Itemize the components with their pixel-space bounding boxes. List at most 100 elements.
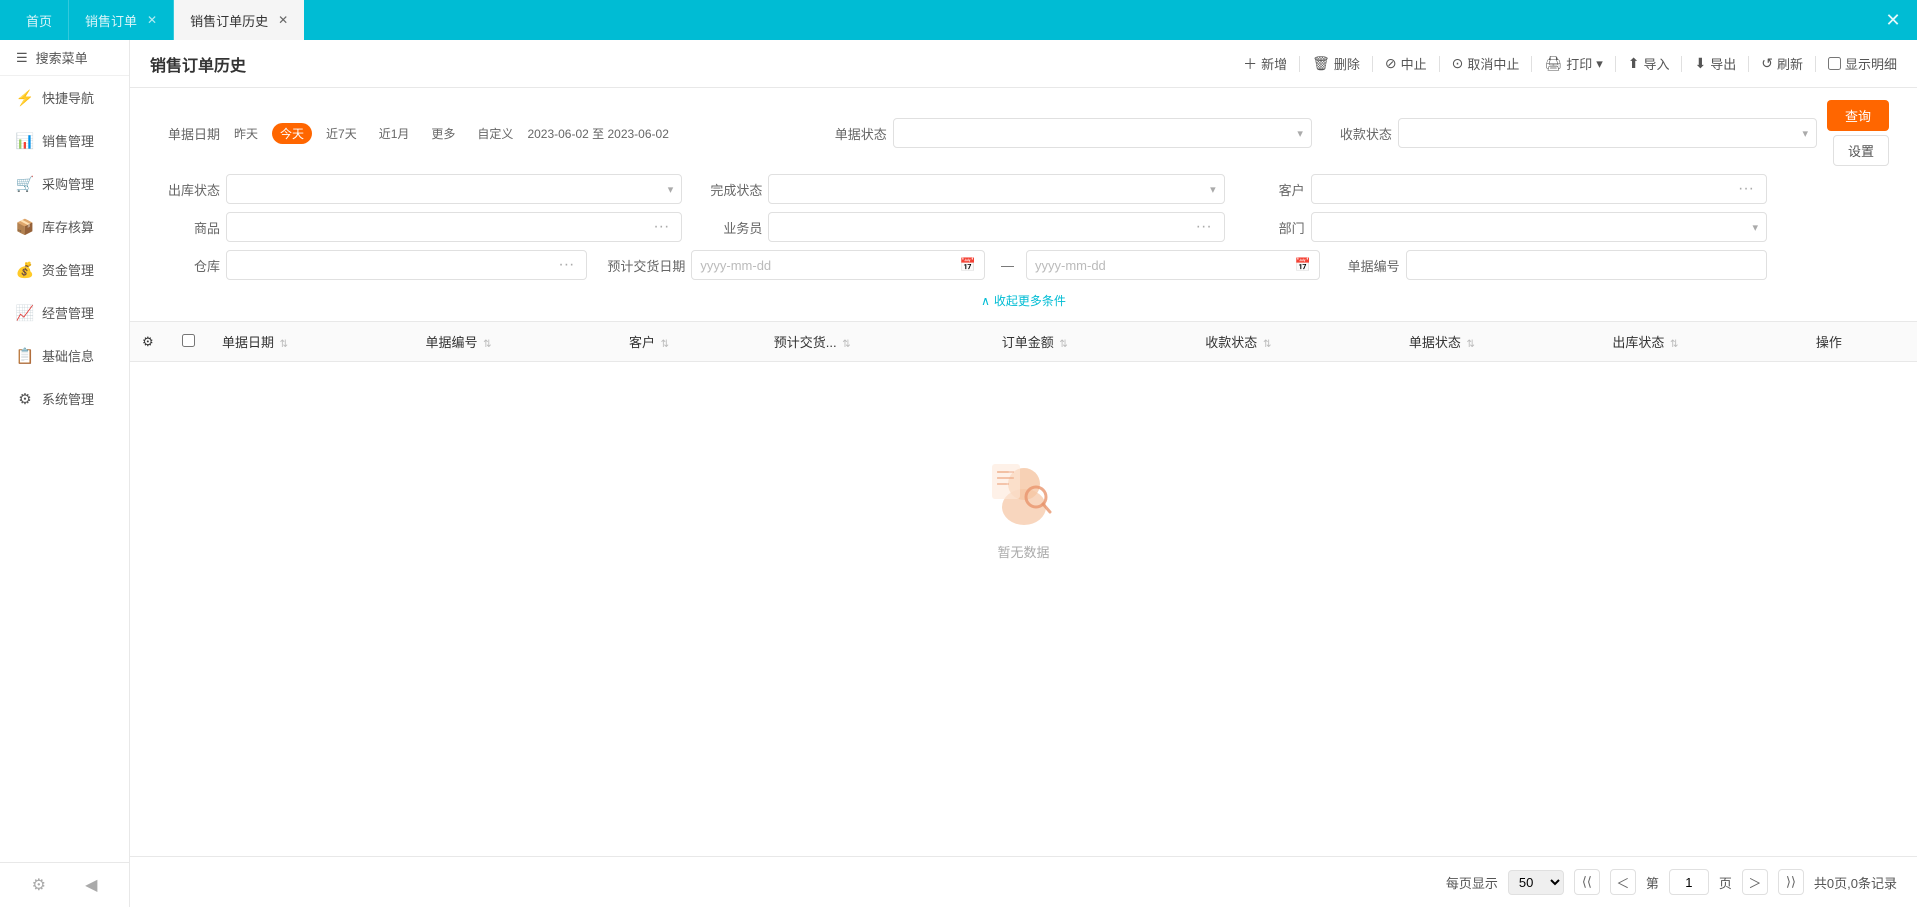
first-page-button[interactable]: ⟨⟨ [1574,869,1600,895]
collapse-button[interactable]: ∧ 收起更多条件 [981,288,1066,309]
next-page-button[interactable]: ＞ [1742,869,1768,895]
date-opt-today[interactable]: 今天 [272,123,312,144]
page-number-input[interactable] [1669,869,1709,895]
tab-sales-order-history[interactable]: 销售订单历史 ✕ [174,0,304,40]
delete-button[interactable]: 🗑 删除 [1312,54,1360,73]
expected-date-end-text: yyyy-mm-dd [1035,258,1106,273]
delete-icon: 🗑 [1312,55,1330,72]
payment-status-label: 收款状态 [1332,124,1392,143]
th-settings[interactable]: ⚙ [130,322,170,362]
th-date-label: 单据日期 [222,335,274,350]
sidebar-item-sales-mgmt[interactable]: 📊 销售管理 [0,119,129,162]
top-bar: 首页 销售订单 ✕ 销售订单历史 ✕ ✕ [0,0,1917,40]
salesperson-input[interactable]: ··· [768,212,1224,242]
tab-sales-order-close[interactable]: ✕ [147,13,157,27]
page-size-select[interactable]: 20 50 100 [1508,870,1564,895]
th-order-status[interactable]: 单据状态 ⇅ [1397,322,1601,362]
customer-input[interactable]: ··· [1311,174,1767,204]
complete-status-select[interactable]: ▾ [768,174,1224,204]
out-status-select[interactable]: ▾ [226,174,682,204]
th-operations: 操作 [1804,322,1917,362]
table-header-row: ⚙ 单据日期 ⇅ 单据编号 ⇅ [130,322,1917,362]
query-button[interactable]: 查询 [1827,100,1889,131]
export-button[interactable]: ⬇ 导出 [1694,54,1736,73]
page-header: 销售订单历史 ＋ 新增 🗑 删除 ⊘ 中止 ⊙ [130,40,1917,88]
tab-home[interactable]: 首页 [10,0,69,40]
last-page-button[interactable]: ⟩⟩ [1778,869,1804,895]
filter-payment-status: 收款状态 ▾ [1322,118,1827,148]
prev-page-button[interactable]: ＜ [1610,869,1636,895]
date-opt-yesterday[interactable]: 昨天 [226,123,266,144]
salesperson-dots-icon[interactable]: ··· [1192,218,1216,236]
tab-sales-order[interactable]: 销售订单 ✕ [69,0,174,40]
th-customer[interactable]: 客户 ⇅ [617,322,762,362]
calendar-start-icon[interactable]: 📅 [960,257,976,273]
date-opt-last7[interactable]: 近7天 [318,123,365,144]
sidebar-item-search-menu[interactable]: ☰ 搜索菜单 [0,40,129,76]
sales-mgmt-icon: 📊 [16,132,34,150]
order-status-select[interactable]: ▾ [893,118,1312,148]
filter-warehouse: 仓库 ··· [150,250,597,280]
empty-illustration [974,442,1074,542]
th-payment-status-sort-icon: ⇅ [1263,339,1271,350]
expected-date-start[interactable]: yyyy-mm-dd 📅 [691,250,985,280]
th-date[interactable]: 单据日期 ⇅ [210,322,414,362]
window-close-button[interactable]: ✕ [1879,6,1907,34]
sidebar-item-quick-nav-label: 快捷导航 [42,88,94,107]
sidebar-item-sales-mgmt-label: 销售管理 [42,131,94,150]
display-detail-checkbox[interactable] [1828,57,1841,70]
sidebar-item-base-info[interactable]: 📋 基础信息 [0,334,129,377]
delete-label: 删除 [1334,54,1360,73]
sidebar-item-purchase-mgmt[interactable]: 🛒 采购管理 [0,162,129,205]
goods-input[interactable]: ··· [226,212,682,242]
sidebar-item-sys-mgmt[interactable]: ⚙ 系统管理 [0,377,129,420]
th-payment-status[interactable]: 收款状态 ⇅ [1193,322,1397,362]
th-expected-date[interactable]: 预计交货... ⇅ [762,322,990,362]
date-opt-last1m[interactable]: 近1月 [371,123,418,144]
th-checkbox[interactable] [170,322,210,362]
cancel-stop-button[interactable]: ⊙ 取消中止 [1452,54,1520,73]
base-info-icon: 📋 [16,347,34,365]
th-amount[interactable]: 订单金额 ⇅ [990,322,1194,362]
sidebar-item-inventory-mgmt[interactable]: 📦 库存核算 [0,205,129,248]
filter-date: 单据日期 昨天 今天 近7天 近1月 更多 自定义 2023-06-02 至 2… [150,123,817,144]
new-button[interactable]: ＋ 新增 [1243,54,1287,74]
th-order-no-sort-icon: ⇅ [483,339,491,350]
tab-sales-order-history-close[interactable]: ✕ [278,13,288,27]
th-out-status[interactable]: 出库状态 ⇅ [1600,322,1804,362]
sidebar-item-quick-nav[interactable]: ⚡ 快捷导航 [0,76,129,119]
empty-row: 暂无数据 [130,362,1917,642]
print-button[interactable]: 🖨 打印 ▾ [1544,54,1602,73]
calendar-end-icon[interactable]: 📅 [1294,257,1310,273]
select-all-checkbox[interactable] [182,334,195,347]
date-opt-custom[interactable]: 自定义 [469,123,521,144]
sidebar-item-finance-mgmt[interactable]: 💰 资金管理 [0,248,129,291]
display-detail-checkbox-label[interactable]: 显示明细 [1828,54,1897,73]
order-no-input[interactable] [1406,250,1767,280]
main-content: 销售订单历史 ＋ 新增 🗑 删除 ⊘ 中止 ⊙ [130,40,1917,907]
date-label: 单据日期 [160,124,220,143]
refresh-button[interactable]: ↺ 刷新 [1761,54,1803,73]
import-button[interactable]: ⬆ 导入 [1628,54,1670,73]
ops-mgmt-icon: 📈 [16,304,34,322]
dept-select[interactable]: ▾ [1311,212,1767,242]
sidebar-item-ops-mgmt[interactable]: 📈 经营管理 [0,291,129,334]
sidebar-settings-button[interactable]: ⚙ [32,875,46,895]
th-customer-label: 客户 [629,335,655,350]
customer-dots-icon[interactable]: ··· [1734,180,1758,198]
empty-state: 暂无数据 [130,362,1917,641]
goods-dots-icon[interactable]: ··· [649,218,673,236]
stop-button[interactable]: ⊘ 中止 [1385,54,1427,73]
payment-status-select[interactable]: ▾ [1398,118,1817,148]
filter-settings-button[interactable]: 设置 [1833,135,1889,166]
expected-date-end[interactable]: yyyy-mm-dd 📅 [1026,250,1320,280]
settings-icon[interactable]: ⚙ [142,334,154,349]
page-go-label: 第 [1646,873,1659,892]
warehouse-dots-icon[interactable]: ··· [554,256,578,274]
warehouse-input[interactable]: ··· [226,250,587,280]
th-amount-sort-icon: ⇅ [1059,339,1067,350]
sidebar-collapse-button[interactable]: ◀ [85,875,97,895]
total-text: 共0页,0条记录 [1814,873,1897,892]
th-order-no[interactable]: 单据编号 ⇅ [414,322,618,362]
date-opt-more[interactable]: 更多 [423,123,463,144]
